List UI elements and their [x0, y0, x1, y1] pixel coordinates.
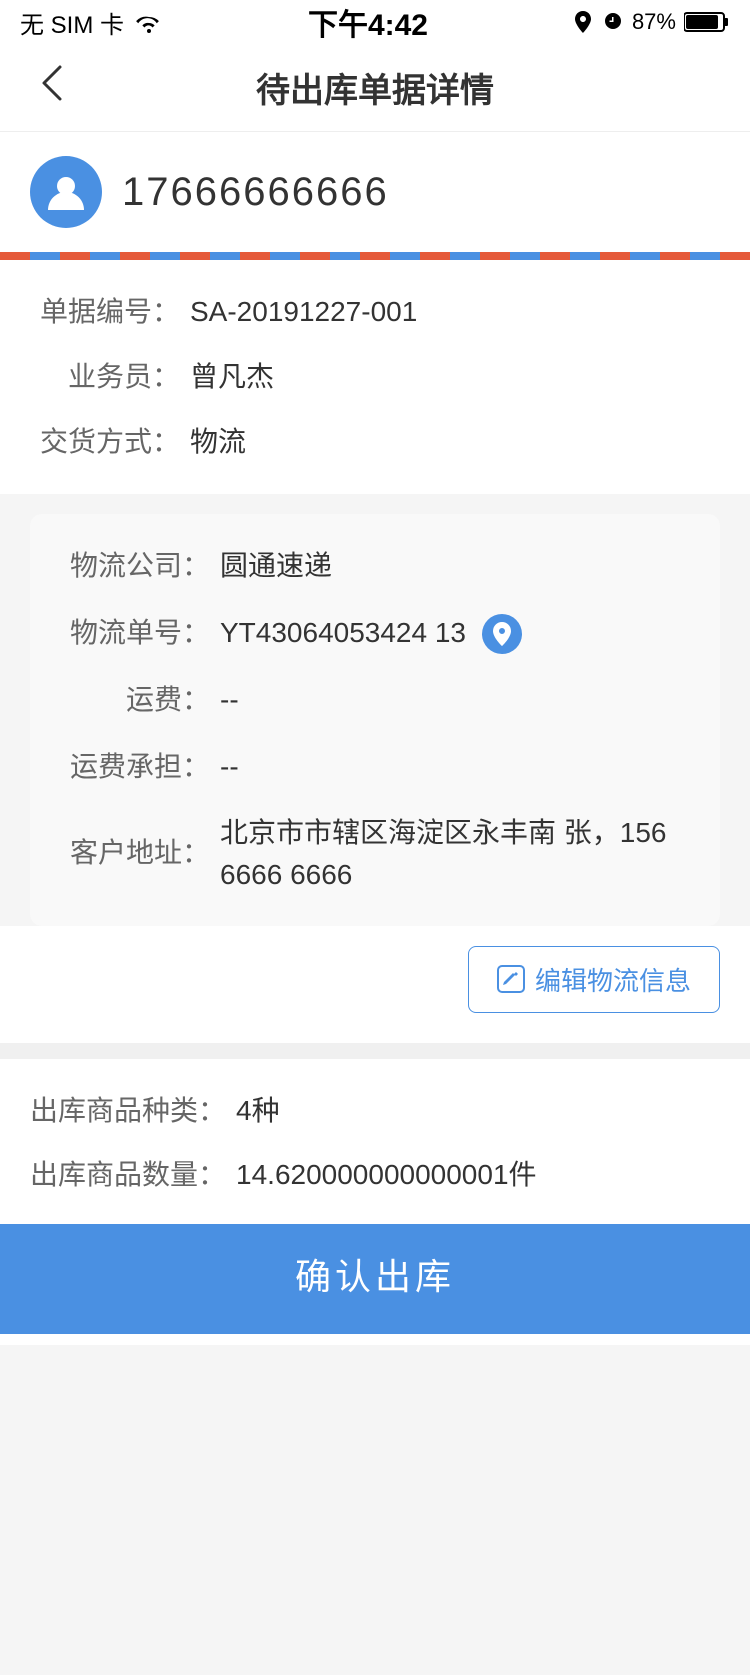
wifi-icon: [134, 11, 164, 33]
address-label: 客户地址：: [60, 831, 220, 876]
carrier-text: 无 SIM 卡: [20, 5, 124, 40]
status-left: 无 SIM 卡: [20, 5, 164, 40]
avatar: [30, 156, 102, 228]
address-row: 客户地址： 北京市市辖区海淀区永丰南 张，156 6666 6666: [60, 812, 690, 896]
freight-value: --: [220, 678, 690, 723]
company-label: 物流公司：: [60, 544, 220, 589]
empty-area: [0, 1345, 750, 1545]
tracking-label: 物流单号：: [60, 611, 220, 656]
salesman-label: 业务员：: [30, 355, 190, 400]
goods-section: 出库商品种类： 4种 出库商品数量： 14.620000000000001件: [0, 1059, 750, 1229]
gray-separator-1: [0, 1043, 750, 1059]
battery-text: 87%: [632, 9, 676, 35]
basic-info-section: 单据编号： SA-20191227-001 业务员： 曾凡杰 交货方式： 物流: [0, 260, 750, 494]
goods-types-value: 4种: [236, 1089, 720, 1134]
document-no-label: 单据编号：: [30, 290, 190, 335]
address-value: 北京市市辖区海淀区永丰南 张，156 6666 6666: [220, 812, 690, 896]
delivery-row: 交货方式： 物流: [30, 420, 720, 465]
freight-row: 运费： --: [60, 678, 690, 723]
logistics-card: 物流公司： 圆通速递 物流单号： YT43064053424 13 运费： --…: [30, 514, 720, 925]
user-phone: 17666666666: [122, 170, 389, 215]
edit-icon: [497, 965, 525, 993]
company-row: 物流公司： 圆通速递: [60, 544, 690, 589]
goods-types-label: 出库商品种类：: [30, 1089, 236, 1134]
freight-label: 运费：: [60, 678, 220, 723]
tracking-location-icon[interactable]: [482, 614, 522, 654]
nav-bar: 待出库单据详情: [0, 44, 750, 132]
document-no-value: SA-20191227-001: [190, 290, 720, 335]
salesman-value: 曾凡杰: [190, 355, 720, 400]
goods-quantity-label: 出库商品数量：: [30, 1153, 236, 1198]
goods-quantity-row: 出库商品数量： 14.620000000000001件: [30, 1153, 720, 1198]
freight-bearer-value: --: [220, 745, 690, 790]
salesman-row: 业务员： 曾凡杰: [30, 355, 720, 400]
delivery-label: 交货方式：: [30, 420, 190, 465]
location-status-icon: [572, 11, 594, 33]
time-text: 下午4:42: [308, 0, 428, 44]
goods-quantity-value: 14.620000000000001件: [236, 1153, 720, 1198]
document-no-row: 单据编号： SA-20191227-001: [30, 290, 720, 335]
back-button[interactable]: [30, 53, 74, 122]
alarm-icon: [602, 11, 624, 33]
status-bar: 无 SIM 卡 下午4:42 87%: [0, 0, 750, 44]
edit-btn-wrap: 编辑物流信息: [0, 926, 750, 1043]
freight-bearer-row: 运费承担： --: [60, 745, 690, 790]
tracking-row: 物流单号： YT43064053424 13: [60, 611, 690, 656]
main-content: 17666666666 单据编号： SA-20191227-001 业务员： 曾…: [0, 132, 750, 1675]
battery-icon: [684, 11, 730, 33]
user-avatar-icon: [44, 170, 88, 214]
freight-bearer-label: 运费承担：: [60, 745, 220, 790]
delivery-value: 物流: [190, 420, 720, 465]
company-value: 圆通速递: [220, 544, 690, 589]
goods-types-row: 出库商品种类： 4种: [30, 1089, 720, 1134]
tracking-value: YT43064053424 13: [220, 611, 690, 656]
confirm-btn-text: 确认出库: [295, 1248, 455, 1300]
confirm-btn-wrap[interactable]: 确认出库: [0, 1224, 750, 1334]
edit-logistics-label: 编辑物流信息: [535, 961, 691, 998]
dashed-divider: [0, 252, 750, 260]
user-header: 17666666666: [0, 132, 750, 252]
status-right: 87%: [572, 9, 730, 35]
page-title: 待出库单据详情: [256, 63, 494, 112]
edit-logistics-button[interactable]: 编辑物流信息: [468, 946, 720, 1013]
